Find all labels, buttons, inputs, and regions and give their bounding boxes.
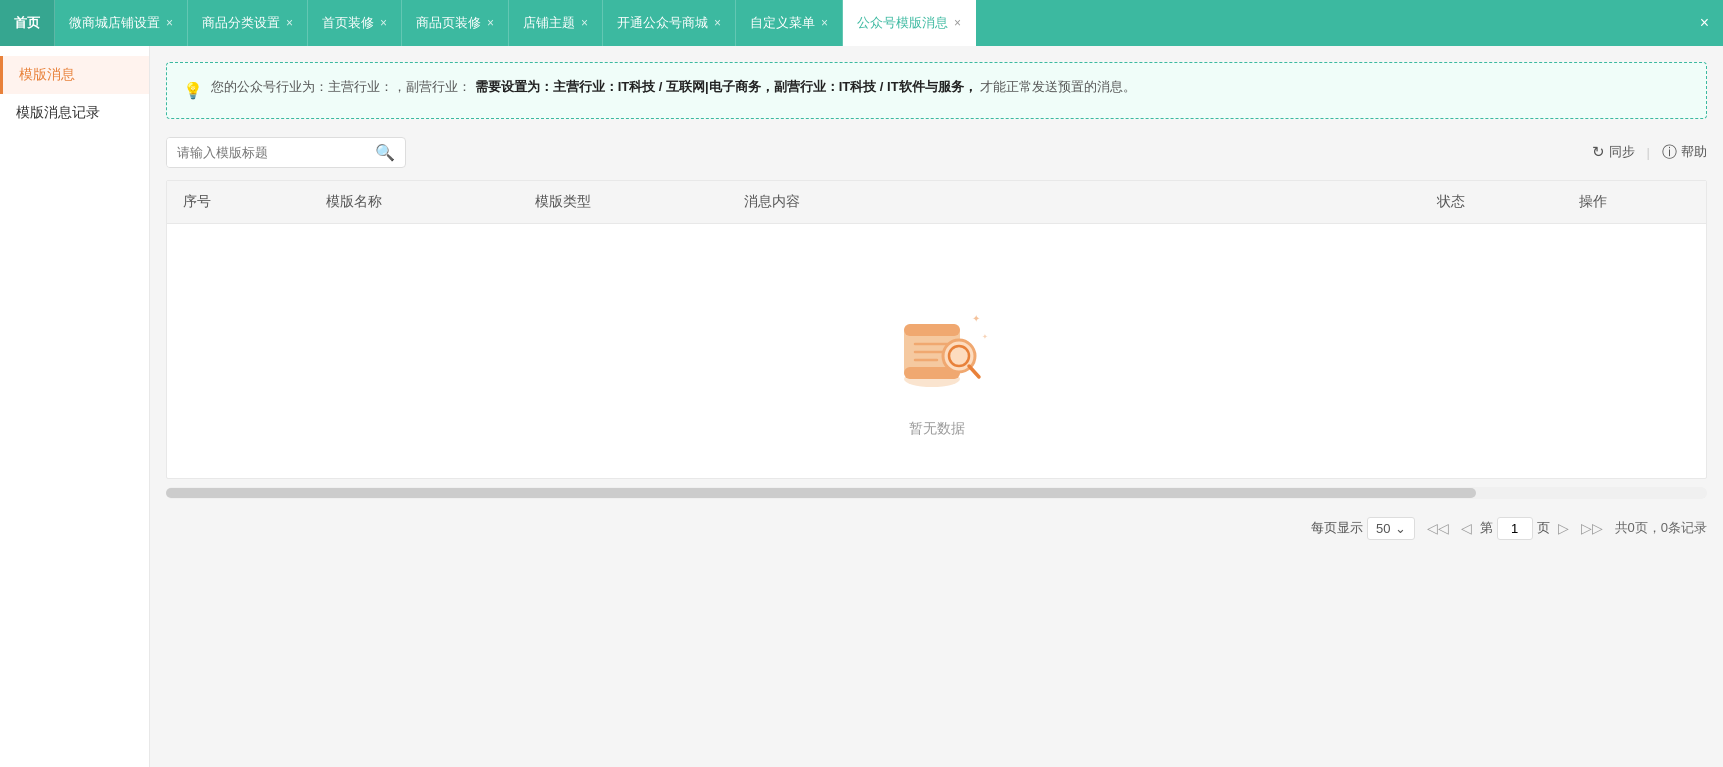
next-page-button[interactable]: ▷ xyxy=(1554,518,1573,538)
close-product-decor-icon[interactable]: × xyxy=(487,17,494,29)
sidebar: 模版消息 模版消息记录 xyxy=(0,46,150,767)
col-type: 模版类型 xyxy=(519,181,728,224)
horizontal-scrollbar[interactable] xyxy=(166,487,1707,499)
per-page-label: 每页显示 xyxy=(1311,519,1363,537)
nav-tab-micro-store-label: 微商城店铺设置 xyxy=(69,14,160,32)
empty-state-row: ✦ ✦ 暂无数据 xyxy=(167,223,1706,478)
search-bar: 🔍 ↻ 同步 | ⓘ 帮助 xyxy=(166,137,1707,168)
nav-tab-custom-menu-label: 自定义菜单 xyxy=(750,14,815,32)
table-header-row: 序号 模版名称 模版类型 消息内容 状态 操作 xyxy=(167,181,1706,224)
scrollbar-thumb xyxy=(166,488,1476,498)
close-custom-menu-icon[interactable]: × xyxy=(821,17,828,29)
top-nav: 首页 微商城店铺设置 × 商品分类设置 × 首页装修 × 商品页装修 × 店铺主… xyxy=(0,0,1723,46)
nav-tab-store-theme[interactable]: 店铺主题 × xyxy=(509,0,603,46)
main-layout: 模版消息 模版消息记录 💡 您的公众号行业为：主营行业：，副营行业： 需要设置为… xyxy=(0,46,1723,767)
search-input[interactable] xyxy=(167,138,365,167)
pagination-bar: 每页显示 50 ⌄ ◁◁ ◁ 第 页 ▷ ▷▷ 共0页，0条记录 xyxy=(166,507,1707,544)
notice-highlight: 需要设置为：主营行业：IT科技 / 互联网|电子商务，副营行业：IT科技 / I… xyxy=(475,79,977,94)
search-input-wrapper: 🔍 xyxy=(166,137,406,168)
nav-tab-template-msg-label: 公众号模版消息 xyxy=(857,14,948,32)
table-header: 序号 模版名称 模版类型 消息内容 状态 操作 xyxy=(167,181,1706,224)
nav-tab-open-mall-label: 开通公众号商城 xyxy=(617,14,708,32)
help-button[interactable]: ⓘ 帮助 xyxy=(1662,143,1707,162)
page-label: 第 xyxy=(1480,519,1493,537)
svg-text:✦: ✦ xyxy=(972,313,980,324)
nav-tab-template-msg[interactable]: 公众号模版消息 × xyxy=(843,0,976,46)
sidebar-item-template-record-label: 模版消息记录 xyxy=(16,104,100,120)
data-table-container: 序号 模版名称 模版类型 消息内容 状态 操作 xyxy=(166,180,1707,479)
close-template-msg-icon[interactable]: × xyxy=(954,17,961,29)
svg-line-9 xyxy=(969,366,979,377)
page-size-dropdown[interactable]: 50 ⌄ xyxy=(1367,517,1414,540)
nav-tab-custom-menu[interactable]: 自定义菜单 × xyxy=(736,0,843,46)
close-micro-store-icon[interactable]: × xyxy=(166,17,173,29)
nav-tab-home-decor-label: 首页装修 xyxy=(322,14,374,32)
sync-icon: ↻ xyxy=(1592,143,1605,161)
nav-tab-home-label: 首页 xyxy=(14,14,40,32)
notice-box: 💡 您的公众号行业为：主营行业：，副营行业： 需要设置为：主营行业：IT科技 /… xyxy=(166,62,1707,119)
nav-tab-home-decor[interactable]: 首页装修 × xyxy=(308,0,402,46)
search-button[interactable]: 🔍 xyxy=(365,143,405,162)
page-unit: 页 xyxy=(1537,519,1550,537)
content-area: 💡 您的公众号行业为：主营行业：，副营行业： 需要设置为：主营行业：IT科技 /… xyxy=(150,46,1723,767)
col-status: 状态 xyxy=(1421,181,1564,224)
divider: | xyxy=(1647,145,1650,160)
nav-tab-product-decor-label: 商品页装修 xyxy=(416,14,481,32)
col-index: 序号 xyxy=(167,181,310,224)
page-input[interactable] xyxy=(1497,517,1533,540)
sidebar-item-template-msg[interactable]: 模版消息 xyxy=(0,56,149,94)
table-body: ✦ ✦ 暂无数据 xyxy=(167,223,1706,478)
close-open-mall-icon[interactable]: × xyxy=(714,17,721,29)
empty-state: ✦ ✦ 暂无数据 xyxy=(167,224,1706,478)
nav-tab-open-mall[interactable]: 开通公众号商城 × xyxy=(603,0,736,46)
last-page-button[interactable]: ▷▷ xyxy=(1577,518,1607,538)
nav-tab-home[interactable]: 首页 xyxy=(0,0,55,46)
nav-tab-store-theme-label: 店铺主题 xyxy=(523,14,575,32)
nav-tab-micro-store[interactable]: 微商城店铺设置 × xyxy=(55,0,188,46)
close-all-button[interactable]: × xyxy=(1686,0,1723,46)
page-size-select: 每页显示 50 ⌄ xyxy=(1311,517,1414,540)
close-home-decor-icon[interactable]: × xyxy=(380,17,387,29)
page-navigation: ◁◁ ◁ 第 页 ▷ ▷▷ 共0页，0条记录 xyxy=(1423,517,1707,540)
notice-prefix: 您的公众号行业为：主营行业：，副营行业： xyxy=(211,79,471,94)
col-content: 消息内容 xyxy=(728,181,1421,224)
search-actions: ↻ 同步 | ⓘ 帮助 xyxy=(1592,143,1707,162)
empty-illustration: ✦ ✦ xyxy=(877,284,997,404)
nav-tab-product-category[interactable]: 商品分类设置 × xyxy=(188,0,308,46)
empty-text: 暂无数据 xyxy=(909,420,965,438)
first-page-button[interactable]: ◁◁ xyxy=(1423,518,1453,538)
sidebar-item-template-msg-label: 模版消息 xyxy=(19,66,75,82)
notice-suffix: 才能正常发送预置的消息。 xyxy=(980,79,1136,94)
nav-tab-product-decor[interactable]: 商品页装修 × xyxy=(402,0,509,46)
help-label: 帮助 xyxy=(1681,143,1707,161)
page-size-value: 50 xyxy=(1376,521,1390,536)
close-product-category-icon[interactable]: × xyxy=(286,17,293,29)
notice-icon: 💡 xyxy=(183,78,203,104)
svg-text:✦: ✦ xyxy=(982,333,988,340)
total-info: 共0页，0条记录 xyxy=(1615,519,1707,537)
dropdown-arrow-icon: ⌄ xyxy=(1395,521,1406,536)
notice-text: 您的公众号行业为：主营行业：，副营行业： 需要设置为：主营行业：IT科技 / 互… xyxy=(211,77,1136,98)
sync-label: 同步 xyxy=(1609,143,1635,161)
data-table: 序号 模版名称 模版类型 消息内容 状态 操作 xyxy=(167,181,1706,478)
svg-rect-2 xyxy=(904,324,960,336)
help-circle-icon: ⓘ xyxy=(1662,143,1677,162)
close-store-theme-icon[interactable]: × xyxy=(581,17,588,29)
col-action: 操作 xyxy=(1563,181,1706,224)
prev-page-button[interactable]: ◁ xyxy=(1457,518,1476,538)
col-name: 模版名称 xyxy=(310,181,519,224)
nav-tab-product-category-label: 商品分类设置 xyxy=(202,14,280,32)
sidebar-item-template-record[interactable]: 模版消息记录 xyxy=(0,94,149,132)
sync-button[interactable]: ↻ 同步 xyxy=(1592,143,1635,161)
